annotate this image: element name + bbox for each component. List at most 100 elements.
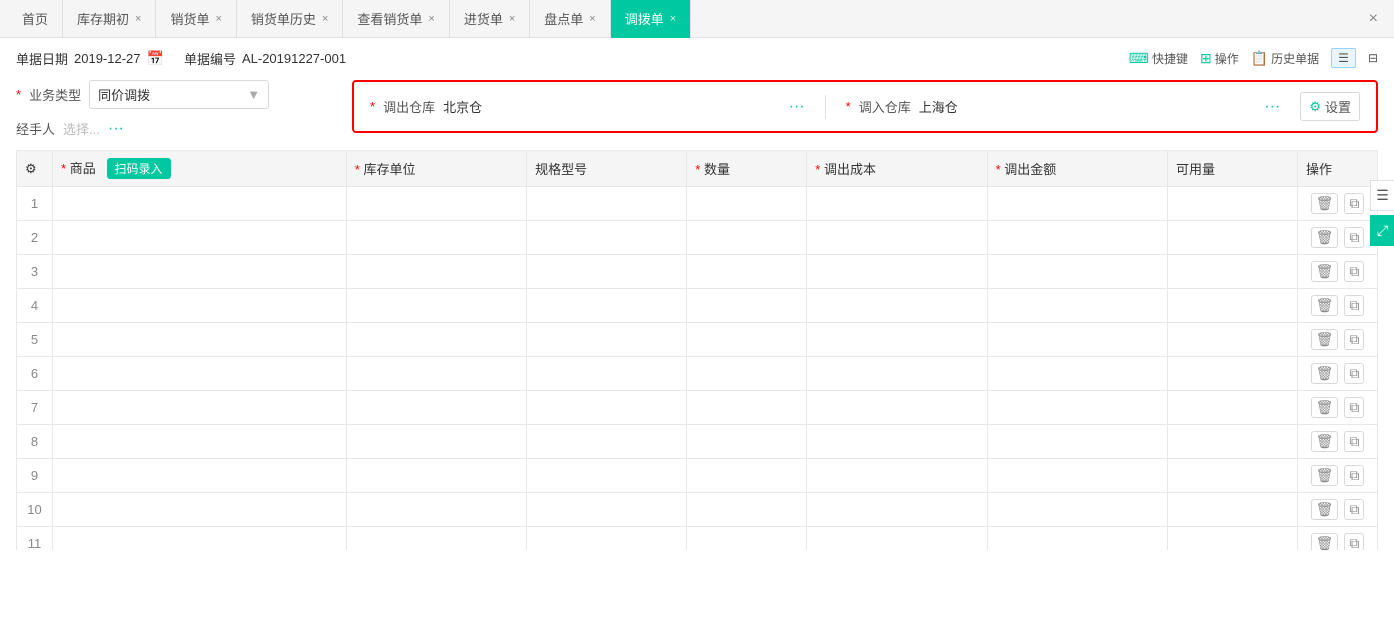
row-6-copy-icon[interactable]: ⧉ (1344, 363, 1364, 384)
row-11-copy-icon[interactable]: ⧉ (1344, 533, 1364, 550)
th-unit-required: * (355, 162, 360, 177)
row-1-qty[interactable] (687, 187, 807, 221)
tab-transfer-order-close[interactable]: × (670, 13, 676, 25)
tab-sales-order[interactable]: 销货单 × (156, 0, 236, 38)
tab-transfer-order[interactable]: 调拨单 × (611, 0, 691, 38)
row-num-7: 7 (17, 391, 53, 425)
th-gear[interactable]: ⚙ (17, 151, 53, 187)
business-type-select[interactable]: 同价调拨 ▼ (89, 80, 269, 109)
row-11-op: 🗑⧉ (1298, 527, 1378, 551)
operation-button[interactable]: ⊞ 操作 (1200, 50, 1239, 67)
row-4-delete-icon[interactable]: 🗑 (1311, 295, 1339, 316)
row-2-spec (527, 221, 687, 255)
row-4-copy-icon[interactable]: ⧉ (1344, 295, 1364, 316)
row-2-amount (987, 221, 1167, 255)
th-cost-required: * (815, 162, 820, 177)
th-product-label: 商品 (70, 161, 96, 176)
right-float-panel: ☰ ⤢ (1370, 180, 1394, 246)
form-left: * 业务类型 同价调拨 ▼ 经手人 选择... ··· (16, 80, 336, 138)
row-2-qty[interactable] (687, 221, 807, 255)
tab-bar-close-button[interactable]: × (1361, 10, 1386, 28)
row-10-delete-icon[interactable]: 🗑 (1311, 499, 1339, 520)
tab-purchase-order-close[interactable]: × (509, 13, 515, 25)
tab-purchase-order[interactable]: 进货单 × (450, 0, 530, 38)
tab-home[interactable]: 首页 (8, 0, 63, 38)
warehouse-divider (825, 95, 826, 119)
tab-view-sales-label: 查看销货单 (357, 9, 422, 28)
scan-button[interactable]: 扫码录入 (107, 158, 171, 179)
row-5-copy-icon[interactable]: ⧉ (1344, 329, 1364, 350)
tab-sales-history-close[interactable]: × (322, 13, 328, 25)
tab-view-sales-close[interactable]: × (428, 13, 434, 25)
handler-placeholder[interactable]: 选择... (63, 119, 100, 138)
tab-sales-history[interactable]: 销货单历史 × (237, 0, 343, 38)
settings-button[interactable]: ⚙ 设置 (1300, 92, 1360, 121)
row-10-op: 🗑⧉ (1298, 493, 1378, 527)
th-available: 可用量 (1167, 151, 1297, 187)
row-1-cost (807, 187, 987, 221)
warehouse-in-more-icon[interactable]: ··· (1264, 98, 1280, 116)
business-type-label: 业务类型 (29, 85, 81, 104)
table-row: 6 🗑⧉ (17, 357, 1378, 391)
business-type-required: * (16, 87, 21, 102)
calendar-icon[interactable]: 📅 (147, 50, 164, 67)
row-9-copy-icon[interactable]: ⧉ (1344, 465, 1364, 486)
row-2-delete-icon[interactable]: 🗑 (1311, 227, 1339, 248)
row-9-delete-icon[interactable]: 🗑 (1311, 465, 1339, 486)
handler-more-icon[interactable]: ··· (108, 120, 124, 138)
layout2-button[interactable]: ⊟ (1368, 51, 1378, 65)
row-3-copy-icon[interactable]: ⧉ (1344, 261, 1364, 282)
float-list-icon[interactable]: ☰ (1370, 180, 1394, 211)
history-button[interactable]: 📋 历史单据 (1251, 50, 1319, 67)
main-content: 单据日期 2019-12-27 📅 单据编号 AL-20191227-001 ⌨… (0, 38, 1394, 560)
number-value: AL-20191227-001 (242, 51, 346, 66)
th-op: 操作 (1298, 151, 1378, 187)
float-expand-icon[interactable]: ⤢ (1370, 215, 1394, 246)
row-8-delete-icon[interactable]: 🗑 (1311, 431, 1339, 452)
row-6-delete-icon[interactable]: 🗑 (1311, 363, 1339, 384)
tab-transfer-order-label: 调拨单 (625, 9, 664, 28)
row-8-copy-icon[interactable]: ⧉ (1344, 431, 1364, 452)
table-row: 10 🗑⧉ (17, 493, 1378, 527)
row-1-copy-icon[interactable]: ⧉ (1344, 193, 1364, 214)
date-label: 单据日期 (16, 49, 68, 68)
row-3-delete-icon[interactable]: 🗑 (1311, 261, 1339, 282)
row-7-delete-icon[interactable]: 🗑 (1311, 397, 1339, 418)
warehouse-box: * 调出仓库 北京仓 ··· * 调入仓库 上海仓 ··· ⚙ 设置 (352, 80, 1378, 133)
data-table: ⚙ * 商品 扫码录入 * 库存单位 规格型号 * 数量 (16, 150, 1378, 550)
row-num-5: 5 (17, 323, 53, 357)
warehouse-out-label: 调出仓库 (383, 97, 435, 116)
tab-sales-order-close[interactable]: × (215, 13, 221, 25)
warehouse-out-more-icon[interactable]: ··· (789, 98, 805, 116)
row-num-1: 1 (17, 187, 53, 221)
table-wrapper: ⚙ * 商品 扫码录入 * 库存单位 规格型号 * 数量 (16, 150, 1378, 550)
row-1-delete-icon[interactable]: 🗑 (1311, 193, 1339, 214)
th-spec: 规格型号 (527, 151, 687, 187)
tab-inventory-check-close[interactable]: × (589, 13, 595, 25)
layout-button[interactable]: ☰ (1331, 48, 1356, 68)
operation-label: 操作 (1215, 50, 1239, 67)
tab-inventory-check[interactable]: 盘点单 × (530, 0, 610, 38)
tab-inventory-init[interactable]: 库存期初 × (63, 0, 156, 38)
date-value: 2019-12-27 (74, 51, 141, 66)
tab-inventory-init-close[interactable]: × (135, 13, 141, 25)
row-1-product[interactable] (53, 187, 347, 221)
row-2-product[interactable] (53, 221, 347, 255)
row-7-copy-icon[interactable]: ⧉ (1344, 397, 1364, 418)
history-icon: 📋 (1251, 50, 1268, 67)
row-num-2: 2 (17, 221, 53, 255)
row-2-copy-icon[interactable]: ⧉ (1344, 227, 1364, 248)
shortcut-button[interactable]: ⌨ 快捷键 (1129, 50, 1188, 67)
row-2-cost (807, 221, 987, 255)
row-10-copy-icon[interactable]: ⧉ (1344, 499, 1364, 520)
tab-sales-order-label: 销货单 (170, 9, 209, 28)
th-cost-label: 调出成本 (824, 162, 876, 177)
row-num-9: 9 (17, 459, 53, 493)
form-area: * 业务类型 同价调拨 ▼ 经手人 选择... ··· * 调出仓库 北京仓 ·… (16, 80, 1378, 138)
row-5-delete-icon[interactable]: 🗑 (1311, 329, 1339, 350)
row-1-amount (987, 187, 1167, 221)
row-9-op: 🗑⧉ (1298, 459, 1378, 493)
row-2-op: 🗑⧉ (1298, 221, 1378, 255)
row-11-delete-icon[interactable]: 🗑 (1311, 533, 1339, 550)
tab-view-sales[interactable]: 查看销货单 × (343, 0, 449, 38)
